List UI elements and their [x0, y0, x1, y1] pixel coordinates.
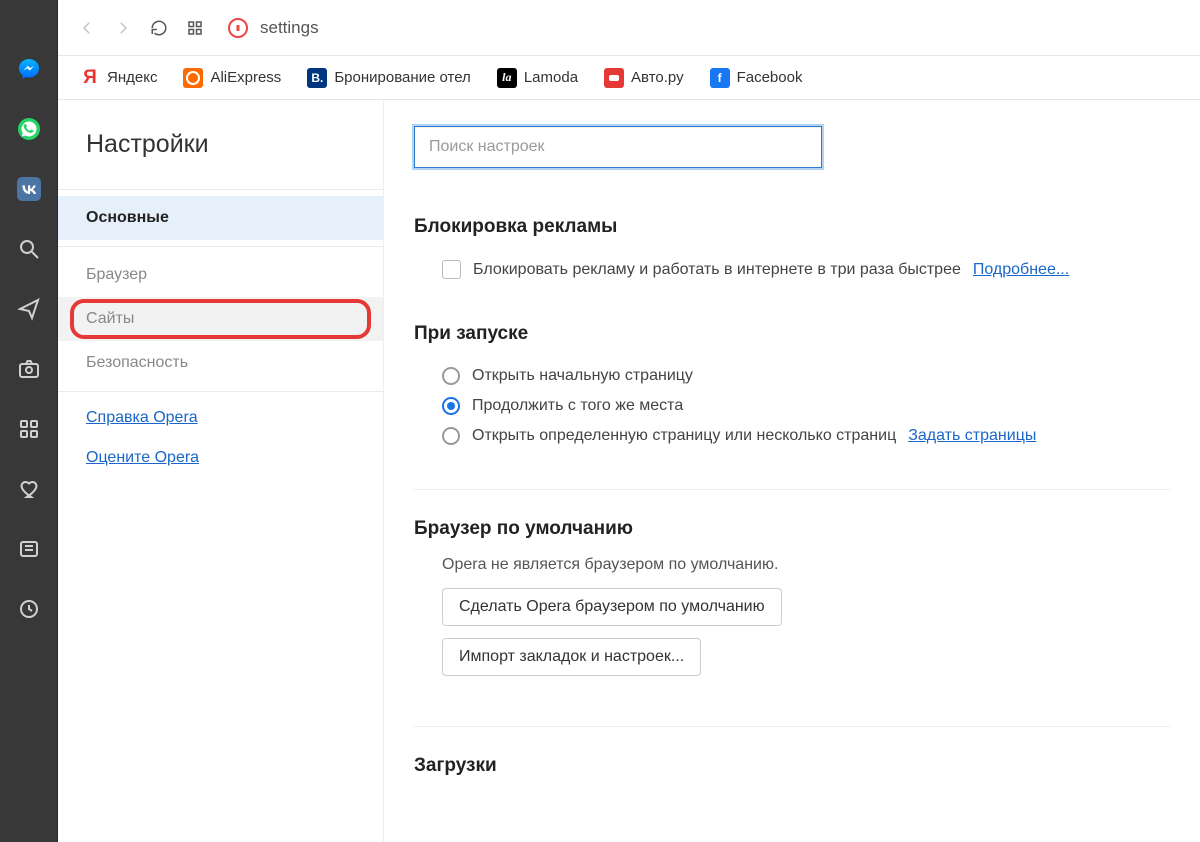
opera-icon: [228, 18, 248, 38]
grid-icon[interactable]: [16, 416, 42, 442]
bookmark-auto[interactable]: Авто.ру: [604, 68, 684, 88]
ads-block-label: Блокировать рекламу и работать в интерне…: [473, 261, 961, 279]
bookmark-label: Авто.ру: [631, 69, 684, 86]
vk-icon[interactable]: [16, 176, 42, 202]
reload-button[interactable]: [150, 19, 168, 37]
startup-home-label: Открыть начальную страницу: [472, 367, 693, 385]
startup-home-radio[interactable]: [442, 367, 460, 385]
nav-basic[interactable]: Основные: [58, 196, 383, 240]
bookmark-label: Lamoda: [524, 69, 578, 86]
startup-heading: При запуске: [414, 323, 1170, 345]
browser-toolbar: settings: [58, 0, 1200, 56]
speed-dial-button[interactable]: [186, 19, 204, 37]
settings-title: Настройки: [58, 126, 383, 189]
address-bar[interactable]: settings: [228, 18, 1180, 38]
ads-heading: Блокировка рекламы: [414, 216, 1170, 238]
divider: [414, 726, 1170, 727]
bookmark-facebook[interactable]: f Facebook: [710, 68, 803, 88]
camera-icon[interactable]: [16, 356, 42, 382]
section-downloads: Загрузки: [414, 755, 1170, 777]
search-icon[interactable]: [16, 236, 42, 262]
ads-block-checkbox[interactable]: [442, 260, 461, 279]
bookmark-label: AliExpress: [210, 69, 281, 86]
bookmark-lamoda[interactable]: la Lamoda: [497, 68, 578, 88]
nav-sites-label: Сайты: [86, 310, 134, 327]
divider: [414, 489, 1170, 490]
news-icon[interactable]: [16, 536, 42, 562]
settings-sidebar: Настройки Основные Браузер Сайты Безопас…: [58, 100, 384, 842]
send-icon[interactable]: [16, 296, 42, 322]
app-side-rail: [0, 0, 58, 842]
whatsapp-icon[interactable]: [16, 116, 42, 142]
default-status: Opera не является браузером по умолчанию…: [414, 556, 1170, 574]
nav-sites[interactable]: Сайты: [58, 297, 383, 341]
section-ad-block: Блокировка рекламы Блокировать рекламу и…: [414, 216, 1170, 285]
bookmark-label: Яндекс: [107, 69, 157, 86]
startup-specific-label: Открыть определенную страницу или нескол…: [472, 427, 896, 445]
browser-window: settings Я Яндекс AliExpress B. Брониров…: [58, 0, 1200, 842]
section-startup: При запуске Открыть начальную страницу П…: [414, 323, 1170, 451]
yandex-icon: Я: [80, 67, 100, 89]
settings-pane: Поиск настроек Блокировка рекламы Блокир…: [384, 100, 1200, 842]
startup-resume-radio[interactable]: [442, 397, 460, 415]
bookmark-yandex[interactable]: Я Яндекс: [80, 67, 157, 89]
startup-set-pages-link[interactable]: Задать страницы: [908, 427, 1036, 445]
set-default-button[interactable]: Сделать Opera браузером по умолчанию: [442, 588, 782, 626]
messenger-icon[interactable]: [16, 56, 42, 82]
bookmarks-bar: Я Яндекс AliExpress B. Бронирование отел…: [58, 56, 1200, 100]
bookmark-label: Facebook: [737, 69, 803, 86]
address-text: settings: [260, 18, 319, 38]
bookmark-booking[interactable]: B. Бронирование отел: [307, 68, 471, 88]
settings-content: Настройки Основные Браузер Сайты Безопас…: [58, 100, 1200, 842]
facebook-icon: f: [710, 68, 730, 88]
booking-icon: B.: [307, 68, 327, 88]
ads-more-link[interactable]: Подробнее...: [973, 261, 1069, 279]
aliexpress-icon: [183, 68, 203, 88]
downloads-heading: Загрузки: [414, 755, 1170, 777]
auto-icon: [604, 68, 624, 88]
lamoda-icon: la: [497, 68, 517, 88]
bookmark-aliexpress[interactable]: AliExpress: [183, 68, 281, 88]
startup-specific-radio[interactable]: [442, 427, 460, 445]
import-button[interactable]: Импорт закладок и настроек...: [442, 638, 701, 676]
search-placeholder: Поиск настроек: [429, 138, 545, 156]
nav-rate-link[interactable]: Оцените Opera: [58, 438, 383, 478]
nav-help-link[interactable]: Справка Opera: [58, 398, 383, 438]
heart-icon[interactable]: [16, 476, 42, 502]
default-heading: Браузер по умолчанию: [414, 518, 1170, 540]
history-icon[interactable]: [16, 596, 42, 622]
nav-browser[interactable]: Браузер: [58, 253, 383, 297]
nav-security[interactable]: Безопасность: [58, 341, 383, 385]
section-default-browser: Браузер по умолчанию Opera не является б…: [414, 518, 1170, 688]
startup-resume-label: Продолжить с того же места: [472, 397, 683, 415]
bookmark-label: Бронирование отел: [334, 69, 471, 86]
back-button[interactable]: [78, 19, 96, 37]
forward-button[interactable]: [114, 19, 132, 37]
settings-search-input[interactable]: Поиск настроек: [414, 126, 822, 168]
